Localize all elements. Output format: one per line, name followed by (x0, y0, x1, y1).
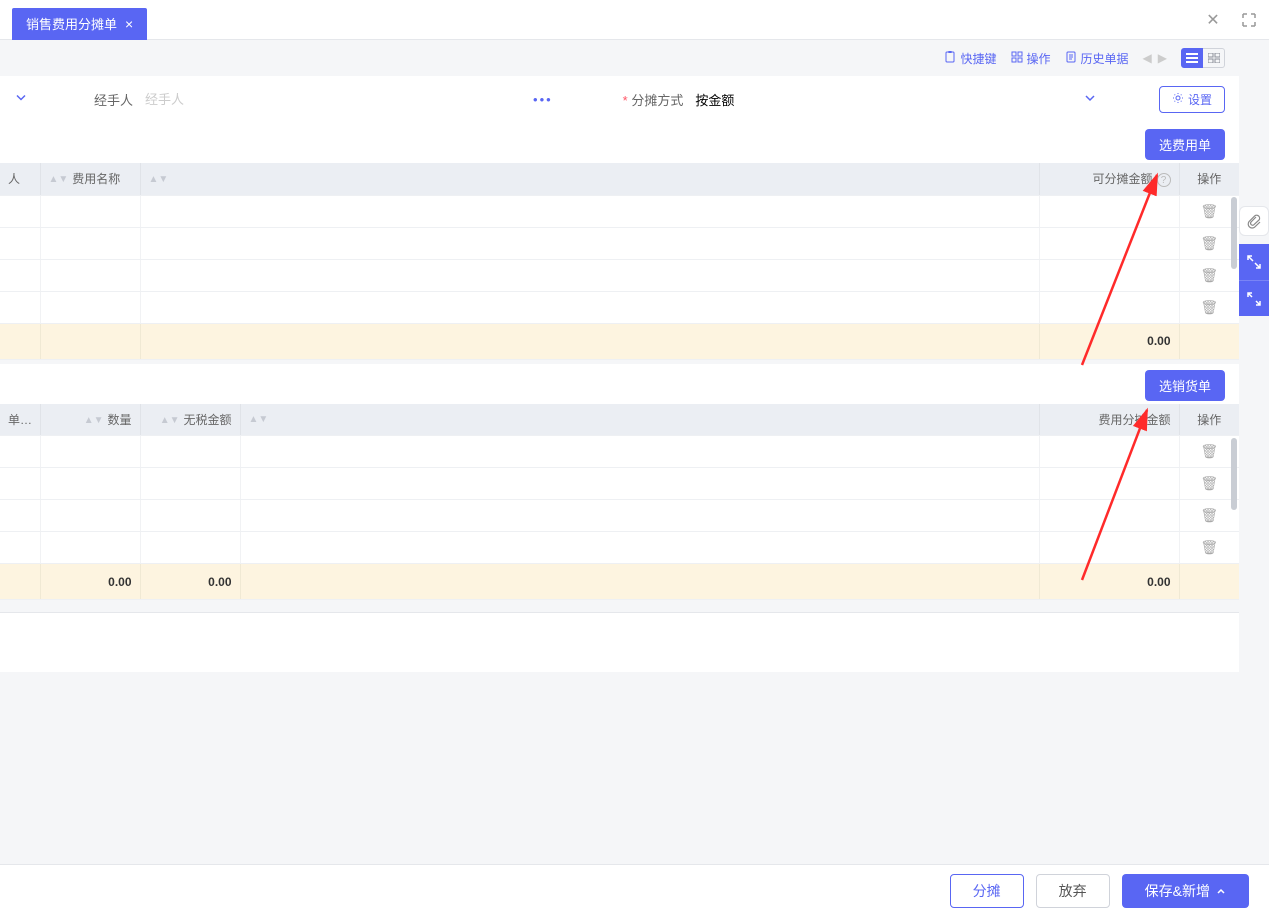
scrollbar[interactable] (1231, 438, 1237, 510)
method-select[interactable] (693, 91, 1073, 108)
card-view-toggle[interactable] (1203, 48, 1225, 68)
select-fee-button[interactable]: 选费用单 (1145, 129, 1225, 160)
sales-table: 单位 ▲▼数量 ▲▼无税金额 ▲▼ 费用分摊金额 操作 🗑 🗑 🗑 🗑 (0, 404, 1239, 601)
footer-feealloc: 0.00 (1039, 564, 1179, 600)
col-fee-name[interactable]: ▲▼费用名称 (40, 163, 140, 195)
help-icon[interactable]: ? (1157, 173, 1171, 187)
tab-active[interactable]: 销售费用分摊单 × (12, 8, 147, 40)
trash-icon[interactable]: 🗑 (1200, 475, 1218, 491)
table-row[interactable]: 🗑 (0, 436, 1239, 468)
save-new-label: 保存&新增 (1145, 881, 1210, 901)
allocate-button[interactable]: 分摊 (950, 874, 1024, 908)
trash-icon[interactable]: 🗑 (1200, 539, 1218, 555)
sales-section: 选销货单 单位 ▲▼数量 ▲▼无税金额 ▲▼ 费用分摊金额 操作 (0, 364, 1239, 601)
history-label: 历史单据 (1081, 50, 1129, 67)
fullscreen-icon[interactable] (1237, 8, 1261, 32)
col-op: 操作 (1179, 163, 1239, 195)
table-footer: 0.00 0.00 0.00 (0, 564, 1239, 600)
table-row[interactable]: 🗑 (0, 500, 1239, 532)
form-row: 经手人 ••• 分摊方式 设置 (0, 76, 1239, 123)
table-row[interactable]: 🗑 (0, 227, 1239, 259)
operate-link[interactable]: 操作 (1011, 50, 1051, 67)
document-icon (1065, 51, 1077, 66)
handler-input[interactable] (143, 91, 523, 108)
col-distributable[interactable]: 可分摊金额? (1039, 163, 1179, 195)
history-link[interactable]: 历史单据 (1065, 50, 1129, 67)
settings-label: 设置 (1188, 91, 1212, 108)
prev-icon[interactable]: ◀ (1143, 51, 1152, 65)
close-icon[interactable]: × (125, 16, 133, 32)
col-empty2[interactable]: ▲▼ (240, 404, 1039, 436)
trash-icon[interactable]: 🗑 (1200, 299, 1218, 315)
settings-button[interactable]: 设置 (1159, 86, 1225, 113)
table-row[interactable]: 🗑 (0, 195, 1239, 227)
attachment-icon[interactable] (1239, 206, 1269, 236)
tab-bar: 销售费用分摊单 × ✕ (0, 0, 1269, 40)
select-sales-button[interactable]: 选销货单 (1145, 370, 1225, 401)
col-empty[interactable]: ▲▼ (140, 163, 1039, 195)
expand-out-icon[interactable] (1239, 244, 1269, 280)
next-icon[interactable]: ▶ (1158, 51, 1167, 65)
shortcuts-link[interactable]: 快捷键 (944, 50, 996, 67)
save-new-button[interactable]: 保存&新增 (1122, 874, 1249, 908)
shortcuts-label: 快捷键 (960, 50, 996, 67)
grid-icon (1011, 51, 1023, 66)
footer-bar: 分摊 放弃 保存&新增 (0, 864, 1269, 916)
view-toggle (1181, 48, 1225, 68)
col-unit[interactable]: 单位 (0, 404, 40, 436)
handler-label: 经手人 (94, 90, 133, 109)
more-icon[interactable]: ••• (533, 92, 553, 107)
clipboard-icon (944, 51, 956, 66)
fee-section: 选费用单 人 ▲▼费用名称 ▲▼ 可分摊金额? 操作 🗑 (0, 123, 1239, 360)
gear-icon (1172, 92, 1184, 107)
trash-icon[interactable]: 🗑 (1200, 203, 1218, 219)
col-op2: 操作 (1179, 404, 1239, 436)
discard-button[interactable]: 放弃 (1036, 874, 1110, 908)
col-fee-alloc[interactable]: 费用分摊金额 (1039, 404, 1179, 436)
memo-area[interactable] (0, 612, 1239, 672)
table-row[interactable]: 🗑 (0, 259, 1239, 291)
chevron-down-icon[interactable] (1083, 91, 1097, 108)
table-row[interactable]: 🗑 (0, 291, 1239, 323)
table-row[interactable]: 🗑 (0, 532, 1239, 564)
trash-icon[interactable]: 🗑 (1200, 507, 1218, 523)
side-tools (1239, 56, 1269, 316)
expand-in-icon[interactable] (1239, 280, 1269, 316)
footer-notax: 0.00 (140, 564, 240, 600)
list-view-toggle[interactable] (1181, 48, 1203, 68)
chevron-down-icon[interactable] (14, 90, 28, 109)
col-notax[interactable]: ▲▼无税金额 (140, 404, 240, 436)
col-qty[interactable]: ▲▼数量 (40, 404, 140, 436)
chevron-up-icon (1216, 883, 1226, 899)
close-panel-icon[interactable]: ✕ (1201, 8, 1225, 32)
table-row[interactable]: 🗑 (0, 468, 1239, 500)
operate-label: 操作 (1027, 50, 1051, 67)
method-label: 分摊方式 (623, 90, 684, 109)
page-toolbar: 快捷键 操作 历史单据 ◀ ▶ (0, 40, 1239, 76)
trash-icon[interactable]: 🗑 (1200, 235, 1218, 251)
table-footer: 0.00 (0, 323, 1239, 359)
footer-distributable: 0.00 (1039, 323, 1179, 359)
trash-icon[interactable]: 🗑 (1200, 267, 1218, 283)
col-person[interactable]: 人 (0, 163, 40, 195)
scrollbar[interactable] (1231, 197, 1237, 269)
trash-icon[interactable]: 🗑 (1200, 443, 1218, 459)
fee-table: 人 ▲▼费用名称 ▲▼ 可分摊金额? 操作 🗑 🗑 🗑 🗑 0.00 (0, 163, 1239, 360)
footer-qty: 0.00 (40, 564, 140, 600)
tab-title: 销售费用分摊单 (26, 14, 117, 33)
